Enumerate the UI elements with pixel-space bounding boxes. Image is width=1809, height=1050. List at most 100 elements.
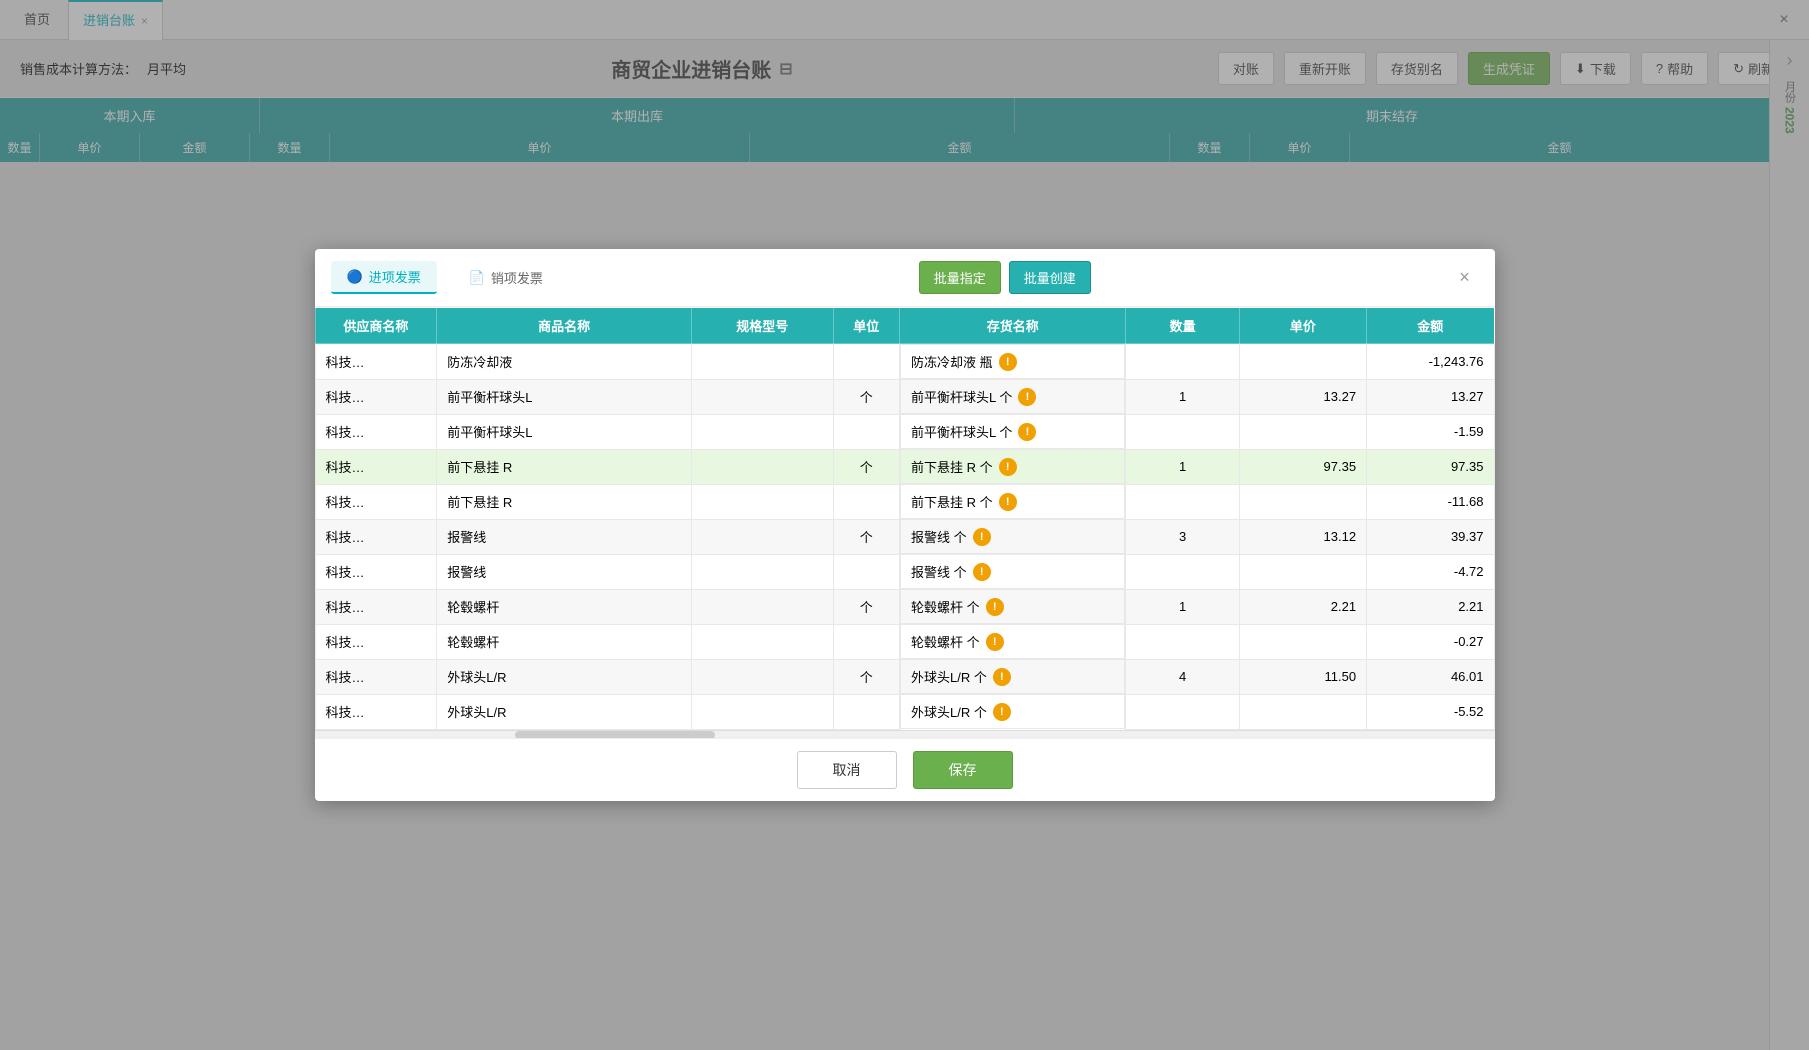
- modal-footer: 取消 保存: [315, 738, 1495, 801]
- cell-goods: 前平衡杆球头L: [437, 414, 692, 449]
- col-header-supplier: 供应商名称: [315, 308, 437, 344]
- cell-price: [1239, 624, 1366, 659]
- cell-spec: [691, 659, 833, 694]
- cell-unit: [833, 624, 900, 659]
- cell-price: [1239, 554, 1366, 589]
- cell-spec: [691, 484, 833, 519]
- col-header-unit: 单位: [833, 308, 900, 344]
- table-row[interactable]: 科技… 前下悬挂 R 个 前下悬挂 R 个 ! 1 97.35 97.35: [315, 449, 1494, 484]
- cell-supplier: 科技…: [315, 589, 437, 624]
- cell-inventory: 外球头L/R 个 !: [900, 659, 1125, 694]
- warning-icon: !: [1018, 388, 1036, 406]
- purchase-tab-icon: 🔵: [347, 269, 363, 285]
- tab-purchase-invoice[interactable]: 🔵 进项发票: [331, 261, 437, 294]
- col-header-price: 单价: [1239, 308, 1366, 344]
- cell-goods: 前下悬挂 R: [437, 449, 692, 484]
- col-header-qty: 数量: [1126, 308, 1239, 344]
- col-header-spec: 规格型号: [691, 308, 833, 344]
- table-row[interactable]: 科技… 前平衡杆球头L 个 前平衡杆球头L 个 ! 1 13.27 13.27: [315, 379, 1494, 414]
- cell-spec: [691, 414, 833, 449]
- modal-table-container[interactable]: 供应商名称 商品名称 规格型号 单位 存货名称 数量 单价 金额 科技… 防冻冷…: [315, 307, 1495, 730]
- cell-price: 11.50: [1239, 659, 1366, 694]
- cell-spec: [691, 694, 833, 729]
- batch-create-button[interactable]: 批量创建: [1009, 261, 1091, 294]
- cell-price: 2.21: [1239, 589, 1366, 624]
- cell-amount: -11.68: [1367, 484, 1494, 519]
- cell-unit: [833, 414, 900, 449]
- cell-amount: -1,243.76: [1367, 344, 1494, 380]
- cell-unit: 个: [833, 519, 900, 554]
- cell-unit: [833, 484, 900, 519]
- warning-icon: !: [993, 703, 1011, 721]
- modal-overlay: 🔵 进项发票 📄 销项发票 批量指定 批量创建 × 供应商名称 商品名称 规: [0, 0, 1809, 1050]
- cell-supplier: 科技…: [315, 519, 437, 554]
- cell-goods: 防冻冷却液: [437, 344, 692, 380]
- table-row[interactable]: 科技… 外球头L/R 个 外球头L/R 个 ! 4 11.50 46.01: [315, 659, 1494, 694]
- table-row[interactable]: 科技… 前下悬挂 R 前下悬挂 R 个 ! -11.68: [315, 484, 1494, 519]
- cell-supplier: 科技…: [315, 344, 437, 380]
- col-header-goods: 商品名称: [437, 308, 692, 344]
- warning-icon: !: [999, 458, 1017, 476]
- cell-amount: 46.01: [1367, 659, 1494, 694]
- cell-spec: [691, 379, 833, 414]
- cell-qty: [1126, 624, 1239, 659]
- cell-amount: -0.27: [1367, 624, 1494, 659]
- cell-qty: 3: [1126, 519, 1239, 554]
- cell-price: 13.27: [1239, 379, 1366, 414]
- cell-inventory: 前下悬挂 R 个 !: [900, 484, 1125, 519]
- table-row[interactable]: 科技… 防冻冷却液 防冻冷却液 瓶 ! -1,243.76: [315, 344, 1494, 380]
- cell-amount: 2.21: [1367, 589, 1494, 624]
- warning-icon: !: [973, 528, 991, 546]
- cell-supplier: 科技…: [315, 624, 437, 659]
- table-row[interactable]: 科技… 轮毂螺杆 轮毂螺杆 个 ! -0.27: [315, 624, 1494, 659]
- tab-sales-invoice[interactable]: 📄 销项发票: [453, 262, 559, 293]
- modal-close-button[interactable]: ×: [1451, 264, 1479, 292]
- cell-spec: [691, 589, 833, 624]
- table-row[interactable]: 科技… 报警线 个 报警线 个 ! 3 13.12 39.37: [315, 519, 1494, 554]
- cell-qty: [1126, 484, 1239, 519]
- warning-icon: !: [986, 598, 1004, 616]
- cell-amount: 39.37: [1367, 519, 1494, 554]
- cell-supplier: 科技…: [315, 659, 437, 694]
- cell-inventory: 轮毂螺杆 个 !: [900, 589, 1125, 624]
- cell-price: 97.35: [1239, 449, 1366, 484]
- cell-goods: 前下悬挂 R: [437, 484, 692, 519]
- table-row[interactable]: 科技… 轮毂螺杆 个 轮毂螺杆 个 ! 1 2.21 2.21: [315, 589, 1494, 624]
- cell-qty: 1: [1126, 379, 1239, 414]
- horizontal-scrollbar[interactable]: [315, 730, 1495, 738]
- cell-inventory: 外球头L/R 个 !: [900, 694, 1125, 729]
- table-row[interactable]: 科技… 报警线 报警线 个 ! -4.72: [315, 554, 1494, 589]
- cell-qty: [1126, 344, 1239, 380]
- cell-unit: 个: [833, 379, 900, 414]
- save-button[interactable]: 保存: [913, 751, 1013, 789]
- cell-unit: [833, 554, 900, 589]
- cell-qty: [1126, 554, 1239, 589]
- cell-inventory: 报警线 个 !: [900, 519, 1125, 554]
- sales-tab-label: 销项发票: [491, 268, 543, 287]
- cell-goods: 前平衡杆球头L: [437, 379, 692, 414]
- cell-goods: 外球头L/R: [437, 694, 692, 729]
- cell-spec: [691, 554, 833, 589]
- cell-supplier: 科技…: [315, 694, 437, 729]
- warning-icon: !: [1018, 423, 1036, 441]
- table-row[interactable]: 科技… 前平衡杆球头L 前平衡杆球头L 个 ! -1.59: [315, 414, 1494, 449]
- warning-icon: !: [999, 493, 1017, 511]
- cell-goods: 轮毂螺杆: [437, 624, 692, 659]
- cell-unit: 个: [833, 589, 900, 624]
- modal-header: 🔵 进项发票 📄 销项发票 批量指定 批量创建 ×: [315, 249, 1495, 307]
- cell-price: [1239, 414, 1366, 449]
- cell-spec: [691, 449, 833, 484]
- cell-inventory: 防冻冷却液 瓶 !: [900, 344, 1125, 379]
- sales-tab-icon: 📄: [469, 270, 485, 286]
- cell-qty: 4: [1126, 659, 1239, 694]
- table-row[interactable]: 科技… 外球头L/R 外球头L/R 个 ! -5.52: [315, 694, 1494, 729]
- cell-goods: 外球头L/R: [437, 659, 692, 694]
- cell-price: [1239, 484, 1366, 519]
- cell-amount: 13.27: [1367, 379, 1494, 414]
- cell-amount: -4.72: [1367, 554, 1494, 589]
- cell-amount: 97.35: [1367, 449, 1494, 484]
- cell-inventory: 前平衡杆球头L 个 !: [900, 379, 1125, 414]
- col-header-amount: 金额: [1367, 308, 1494, 344]
- cancel-button[interactable]: 取消: [797, 751, 897, 789]
- batch-assign-button[interactable]: 批量指定: [919, 261, 1001, 294]
